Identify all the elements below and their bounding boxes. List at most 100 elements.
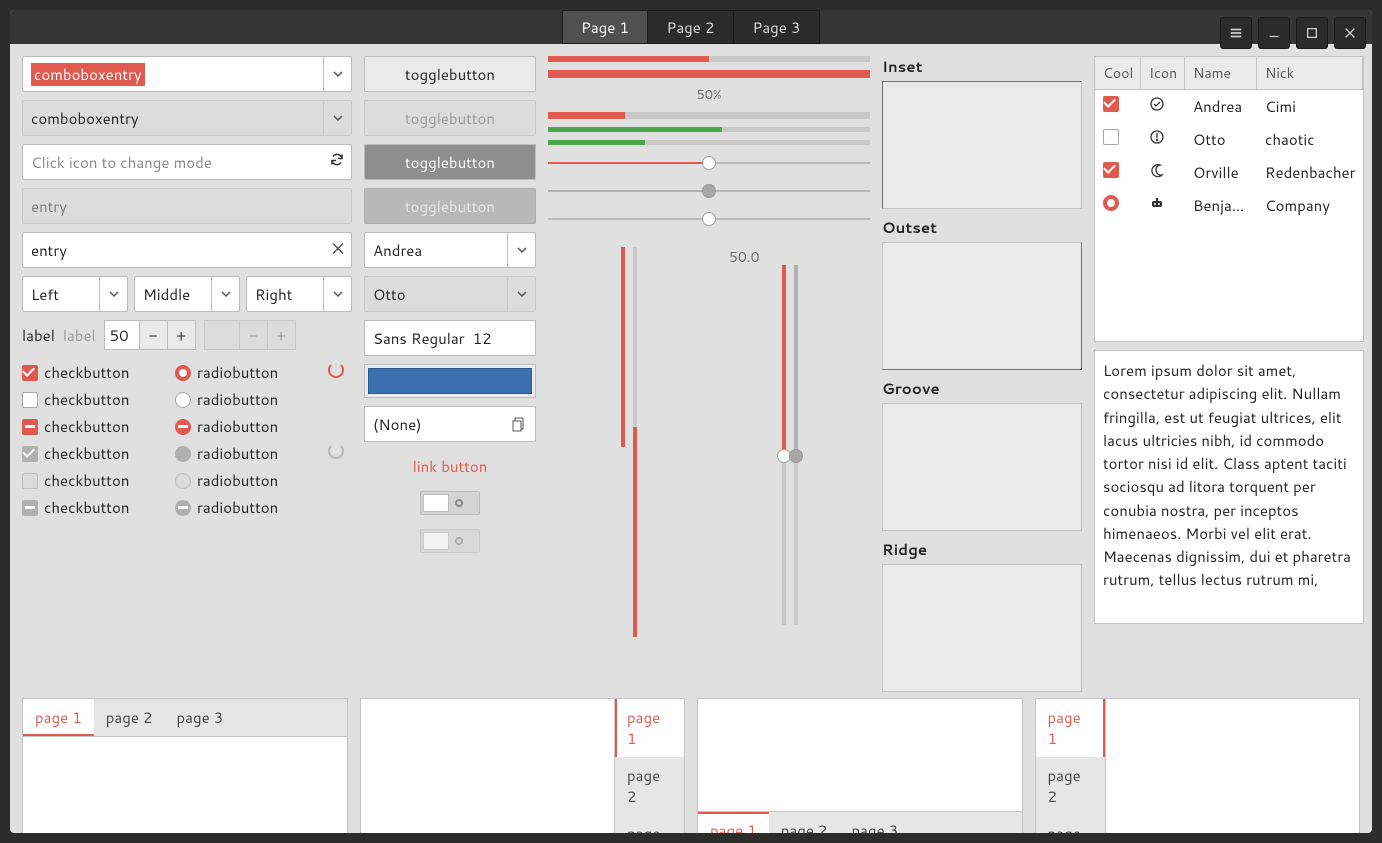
column-tree-text: Cool Icon Name Nick Andrea Cimi Otto cha… (1094, 56, 1364, 692)
spinbutton[interactable]: − + (104, 320, 196, 350)
comboboxentry-1[interactable]: comboboxentry (22, 56, 352, 92)
tab-page-2[interactable]: page 2 (615, 757, 684, 815)
checkbutton-checked[interactable]: checkbutton (22, 362, 167, 383)
col-icon[interactable]: Icon (1141, 57, 1185, 89)
col-name[interactable]: Name (1185, 57, 1257, 89)
checkbox-icon (22, 365, 38, 381)
spin-entry[interactable] (104, 320, 140, 350)
tree-row[interactable]: Andrea Cimi (1095, 90, 1363, 123)
tree-row[interactable]: Benja… Company (1095, 189, 1363, 222)
togglebutton-active[interactable]: togglebutton (364, 144, 536, 180)
close-button[interactable] (1334, 17, 1366, 49)
checkbutton-unchecked[interactable]: checkbutton (22, 389, 167, 410)
cell-nick: Company (1257, 193, 1363, 218)
checkbox-icon[interactable] (1103, 96, 1119, 112)
col-nick[interactable]: Nick (1257, 57, 1363, 89)
tab-page-1[interactable]: page 1 (1036, 699, 1105, 757)
checkbutton-checked-disabled: checkbutton (22, 443, 167, 464)
treeview-header[interactable]: Cool Icon Name Nick (1095, 57, 1363, 90)
link-button[interactable]: link button (364, 456, 536, 477)
stack-page-1[interactable]: Page 1 (562, 10, 648, 44)
cell-name: Otto (1185, 127, 1257, 152)
radio-label: radiobutton (197, 362, 278, 383)
tree-row[interactable]: Orville Redenbacher (1095, 156, 1363, 189)
tab-page-1[interactable]: page 1 (615, 699, 684, 757)
frame-inset-group: Inset (882, 56, 1082, 209)
combo-label: Middle (143, 284, 190, 305)
tab-page-3[interactable]: page 3 (165, 699, 236, 736)
tab-page-2[interactable]: page 2 (94, 699, 165, 736)
stack-page-2[interactable]: Page 2 (648, 10, 734, 44)
combo-middle[interactable]: Middle (134, 276, 240, 312)
frame-ridge (882, 564, 1082, 692)
togglebutton[interactable]: togglebutton (364, 56, 536, 92)
tab-page-1[interactable]: page 1 (698, 812, 769, 833)
col-cool[interactable]: Cool (1095, 57, 1141, 89)
hamburger-menu-button[interactable] (1220, 17, 1252, 49)
tab-page-3[interactable]: page 3 (615, 815, 684, 833)
check-label: checkbutton (44, 470, 129, 491)
scale-horizontal-marks[interactable] (548, 209, 870, 229)
cell-name: Orville (1185, 160, 1257, 185)
refresh-icon[interactable] (329, 152, 345, 173)
checkbutton-inconsistent[interactable]: checkbutton (22, 416, 167, 437)
tree-row[interactable]: Otto chaotic (1095, 123, 1363, 156)
entry-mode[interactable]: Click icon to change mode (22, 144, 352, 180)
radiobutton-on[interactable]: radiobutton (175, 362, 320, 383)
column-frames: Inset Outset Groove Ridge (882, 56, 1082, 692)
radiobutton-off[interactable]: radiobutton (175, 389, 320, 410)
radio-label: radiobutton (197, 497, 278, 518)
switch-off[interactable] (420, 491, 480, 515)
spinner-icon-disabled (328, 443, 344, 459)
progressbar-50 (548, 56, 870, 62)
checkbox-off-icon[interactable] (1103, 129, 1119, 145)
minimize-button[interactable] (1258, 17, 1290, 49)
tab-page-3[interactable]: page 3 (1036, 815, 1105, 833)
combo-otto-disabled: Otto (364, 276, 536, 312)
vscale-1[interactable] (782, 265, 786, 625)
frame-label: Outset (882, 217, 1082, 238)
font-button[interactable]: Sans Regular 12 (364, 320, 536, 356)
scale-horizontal[interactable] (548, 153, 870, 173)
radiobutton-off-disabled: radiobutton (175, 470, 320, 491)
togglebutton-active-disabled: togglebutton (364, 188, 536, 224)
document-icon (511, 416, 527, 432)
file-chooser-button[interactable]: (None) (364, 406, 536, 442)
color-button[interactable] (364, 364, 536, 398)
tab-page-3[interactable]: page 3 (840, 812, 911, 833)
frame-inset (882, 81, 1082, 209)
notebook-left: page 1 page 2 page 3 (1035, 698, 1361, 833)
cell-name: Andrea (1185, 94, 1257, 119)
radio-off-icon (175, 473, 191, 489)
check-label: checkbutton (44, 416, 129, 437)
entry-clearable[interactable]: entry (22, 232, 352, 268)
radio-icon[interactable] (1103, 195, 1119, 211)
textview-lorem[interactable]: Lorem ipsum dolor sit amet, consectetur … (1094, 350, 1364, 624)
clear-icon[interactable] (331, 240, 345, 261)
combo-text: comboboxentry (31, 108, 139, 129)
spin-plus-button[interactable]: + (168, 320, 196, 350)
tab-page-2[interactable]: page 2 (769, 812, 840, 833)
main-window: Page 1 Page 2 Page 3 comboboxentry (10, 10, 1372, 833)
window-controls (1220, 17, 1366, 49)
cell-nick: chaotic (1257, 127, 1363, 152)
tab-page-2[interactable]: page 2 (1036, 757, 1105, 815)
radiobutton-inconsistent[interactable]: radiobutton (175, 416, 320, 437)
checkbox-icon[interactable] (1103, 162, 1119, 178)
treeview[interactable]: Cool Icon Name Nick Andrea Cimi Otto cha… (1094, 56, 1364, 342)
maximize-button[interactable] (1296, 17, 1328, 49)
close-icon (1343, 26, 1357, 40)
tab-page-1[interactable]: page 1 (23, 699, 94, 736)
switch-off-disabled (420, 529, 480, 553)
frame-label: Ridge (882, 539, 1082, 560)
radio-label: radiobutton (197, 416, 278, 437)
spin-entry-disabled (204, 320, 240, 350)
check-radio-grid: checkbutton radiobutton checkbutton radi… (22, 362, 352, 518)
chevron-down-icon (99, 277, 127, 311)
spin-minus-button[interactable]: − (140, 320, 168, 350)
combo-left[interactable]: Left (22, 276, 128, 312)
stack-page-3[interactable]: Page 3 (734, 10, 820, 44)
combo-andrea[interactable]: Andrea (364, 232, 536, 268)
combo-right[interactable]: Right (246, 276, 352, 312)
scale-mark: 50.0 (729, 247, 760, 267)
